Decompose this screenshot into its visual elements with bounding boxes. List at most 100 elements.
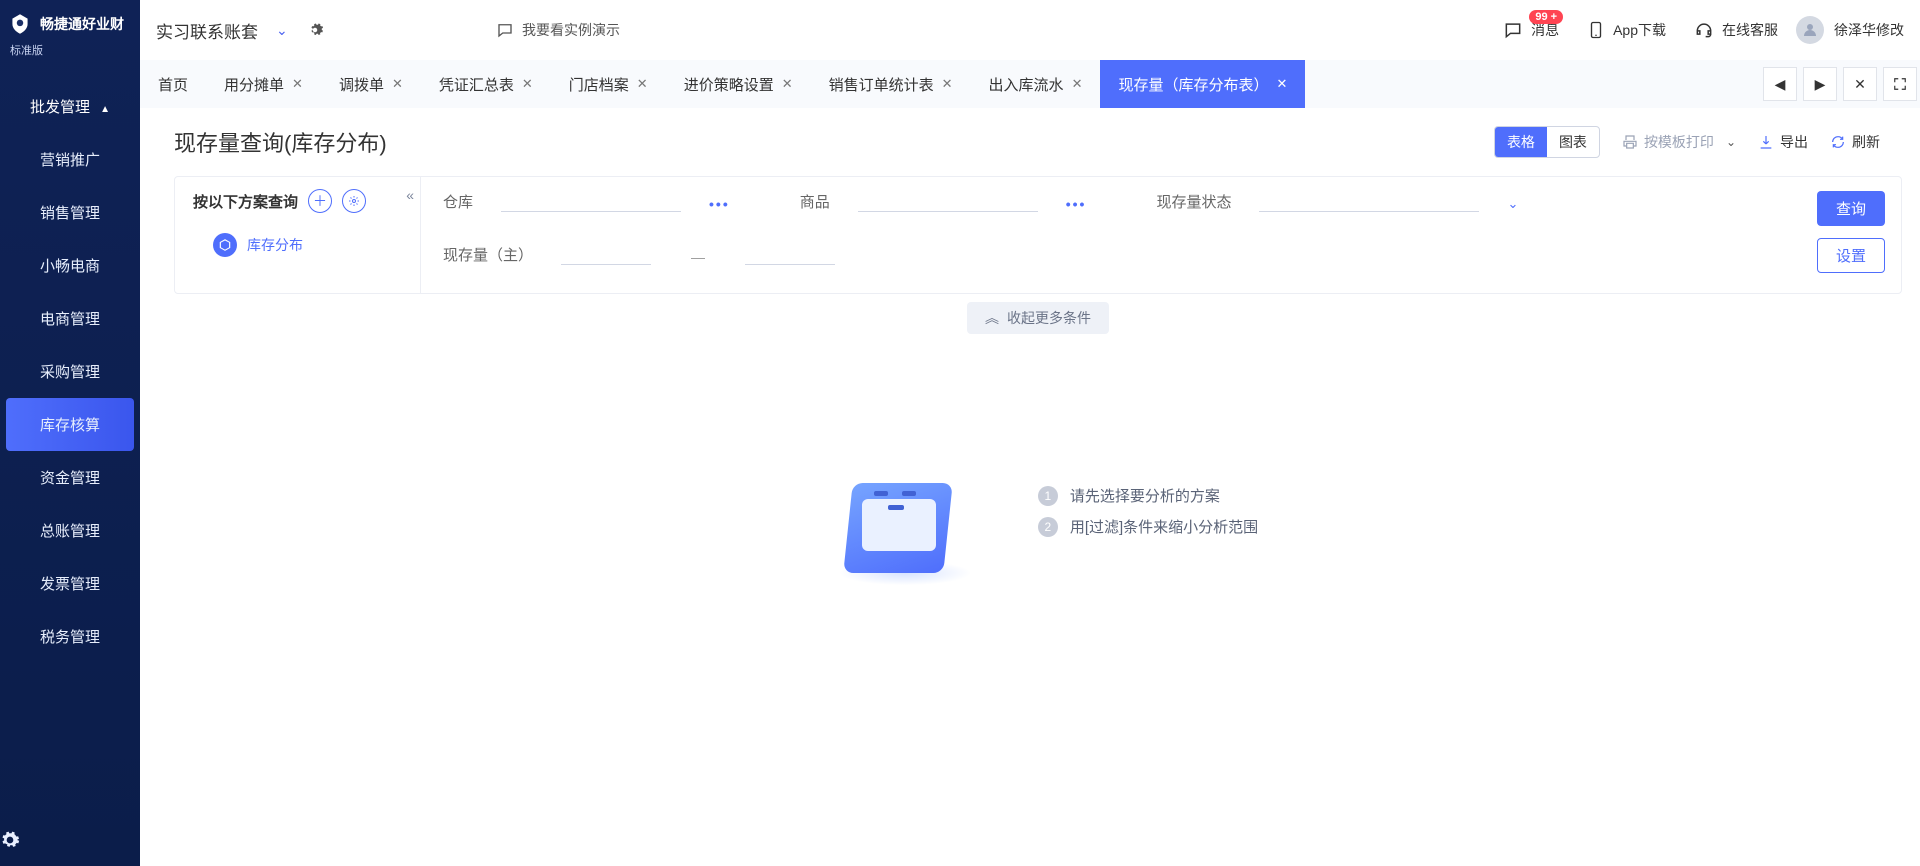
sidebar-nav: 批发管理 ▲ 营销推广 销售管理 小畅电商 电商管理 采购管理 库存核算 资金管… <box>0 80 140 814</box>
caret-up-icon: ▲ <box>100 104 110 115</box>
tab-label: 首页 <box>158 74 188 95</box>
close-icon[interactable]: ✕ <box>1072 76 1083 92</box>
sidebar-item[interactable]: 税务管理 <box>0 610 140 663</box>
account-set-selector[interactable]: 实习联系账套 ⌄ <box>156 18 456 43</box>
page-header: 现存量查询(库存分布) 表格 图表 按模板打印 ⌄ 导出 刷新 <box>174 126 1902 158</box>
close-icon[interactable]: ✕ <box>292 76 303 92</box>
add-scheme-button[interactable]: ＋ <box>308 189 332 213</box>
scheme-settings-button[interactable] <box>342 189 366 213</box>
tab[interactable]: 门店档案 ✕ <box>551 60 666 108</box>
tab-active[interactable]: 现存量（库存分布表） ✕ <box>1100 60 1305 108</box>
empty-illustration <box>818 431 988 591</box>
sidebar-item[interactable]: 资金管理 <box>0 451 140 504</box>
chevron-down-icon: ⌄ <box>276 22 288 39</box>
tabs-close-all[interactable]: ✕ <box>1843 67 1877 101</box>
warehouse-input[interactable] <box>501 187 681 212</box>
query-panel: 按以下方案查询 ＋ « 库存分布 仓库 <box>174 176 1902 294</box>
username[interactable]: 徐泽华修改 <box>1834 20 1904 40</box>
empty-step-2: 2 用[过滤]条件来缩小分析范围 <box>1038 516 1258 537</box>
view-toggle-chart[interactable]: 图表 <box>1547 127 1599 157</box>
sidebar-item[interactable]: 电商管理 <box>0 292 140 345</box>
print-label: 按模板打印 <box>1644 132 1714 152</box>
tabs-scroll-left[interactable]: ◀ <box>1763 67 1797 101</box>
step-text: 用[过滤]条件来缩小分析范围 <box>1070 516 1258 537</box>
chevron-down-icon: ⌄ <box>1726 135 1736 149</box>
close-icon[interactable]: ✕ <box>637 76 648 92</box>
message-badge: 99 + <box>1529 10 1563 24</box>
filter-label: 商品 <box>800 191 830 212</box>
page-title: 现存量查询(库存分布) <box>174 126 387 158</box>
sidebar-item-label: 发票管理 <box>40 576 100 593</box>
close-icon[interactable]: ✕ <box>942 76 953 92</box>
app-download-button[interactable]: App下载 <box>1587 20 1666 40</box>
tab[interactable]: 进价策略设置 ✕ <box>666 60 811 108</box>
tab-label: 调拨单 <box>339 74 384 95</box>
fold-label: 收起更多条件 <box>1007 308 1091 328</box>
refresh-button[interactable]: 刷新 <box>1830 132 1880 152</box>
sidebar-item[interactable]: 营销推广 <box>0 133 140 186</box>
close-icon[interactable]: ✕ <box>782 76 793 92</box>
sidebar-item[interactable]: 销售管理 <box>0 186 140 239</box>
tab-label: 现存量（库存分布表） <box>1118 74 1268 95</box>
chevron-down-icon[interactable]: ⌄ <box>1507 196 1518 212</box>
tab[interactable]: 销售订单统计表✕ <box>811 60 971 108</box>
stock-qty-from-input[interactable] <box>561 240 651 265</box>
scheme-title: 按以下方案查询 <box>193 191 298 212</box>
sidebar-item-label: 采购管理 <box>40 364 100 381</box>
avatar[interactable] <box>1796 16 1824 44</box>
sidebar-item[interactable]: 采购管理 <box>0 345 140 398</box>
refresh-label: 刷新 <box>1852 132 1880 152</box>
tab[interactable]: 调拨单 ✕ <box>321 60 421 108</box>
more-icon[interactable]: ••• <box>709 196 730 212</box>
close-icon[interactable]: ✕ <box>392 76 403 92</box>
tab-label: 进价策略设置 <box>684 74 774 95</box>
sidebar-item[interactable]: 小畅电商 <box>0 239 140 292</box>
stock-qty-to-input[interactable] <box>745 240 835 265</box>
filter-stock-status: 现存量状态 ⌄ <box>1156 187 1518 212</box>
collapse-left-icon[interactable]: « <box>406 187 414 203</box>
tab-home[interactable]: 首页 <box>140 60 206 108</box>
demo-link[interactable]: 我要看实例演示 <box>496 20 620 40</box>
sidebar-section-label: 批发管理 <box>30 99 90 116</box>
sidebar-item[interactable]: 总账管理 <box>0 504 140 557</box>
print-button[interactable]: 按模板打印 ⌄ <box>1622 132 1736 152</box>
stock-status-input[interactable] <box>1259 187 1479 212</box>
phone-icon <box>1587 21 1605 39</box>
product-input[interactable] <box>858 187 1038 212</box>
sidebar-item-label: 税务管理 <box>40 629 100 646</box>
tabs-scroll-right[interactable]: ▶ <box>1803 67 1837 101</box>
filter-product: 商品 ••• <box>800 187 1087 212</box>
fold-conditions-button[interactable]: ︽ 收起更多条件 <box>967 302 1109 334</box>
tab[interactable]: 用分摊单✕ <box>206 60 321 108</box>
search-button[interactable]: 查询 <box>1817 191 1885 226</box>
sidebar-item-active[interactable]: 库存核算 <box>6 398 134 451</box>
range-separator: — <box>679 249 717 265</box>
tabbar: 首页 用分摊单✕ 调拨单 ✕ 凭证汇总表 ✕ 门店档案 ✕ 进价策略设置 ✕ 销售订单统… <box>140 60 1920 108</box>
gear-icon[interactable] <box>306 21 324 39</box>
sidebar-settings[interactable] <box>0 814 140 866</box>
close-icon[interactable]: ✕ <box>1276 76 1287 92</box>
tab-label: 门店档案 <box>569 74 629 95</box>
view-toggle-table[interactable]: 表格 <box>1495 127 1547 157</box>
messages-button[interactable]: 消息 99 + <box>1503 20 1559 40</box>
tab-label: 凭证汇总表 <box>439 74 514 95</box>
online-service-button[interactable]: 在线客服 <box>1694 20 1778 40</box>
filter-label: 现存量状态 <box>1156 191 1231 212</box>
scheme-item[interactable]: 库存分布 <box>213 233 410 257</box>
export-button[interactable]: 导出 <box>1758 132 1808 152</box>
sidebar-section[interactable]: 批发管理 ▲ <box>0 80 140 133</box>
tabs-fullscreen[interactable] <box>1883 67 1917 101</box>
more-icon[interactable]: ••• <box>1066 196 1087 212</box>
close-icon[interactable]: ✕ <box>522 76 533 92</box>
sidebar-item-label: 销售管理 <box>40 205 100 222</box>
step-text: 请先选择要分析的方案 <box>1070 485 1220 506</box>
tab[interactable]: 出入库流水✕ <box>971 60 1101 108</box>
sidebar-item[interactable]: 发票管理 <box>0 557 140 610</box>
filter-settings-button[interactable]: 设置 <box>1817 238 1885 273</box>
tab[interactable]: 凭证汇总表 ✕ <box>421 60 551 108</box>
export-icon <box>1758 134 1774 150</box>
query-actions: 查询 设置 <box>1801 177 1901 293</box>
filter-label: 现存量（主） <box>443 244 533 265</box>
sidebar-item-label: 小畅电商 <box>40 258 100 275</box>
filter-stock-qty: 现存量（主） — <box>443 240 835 265</box>
